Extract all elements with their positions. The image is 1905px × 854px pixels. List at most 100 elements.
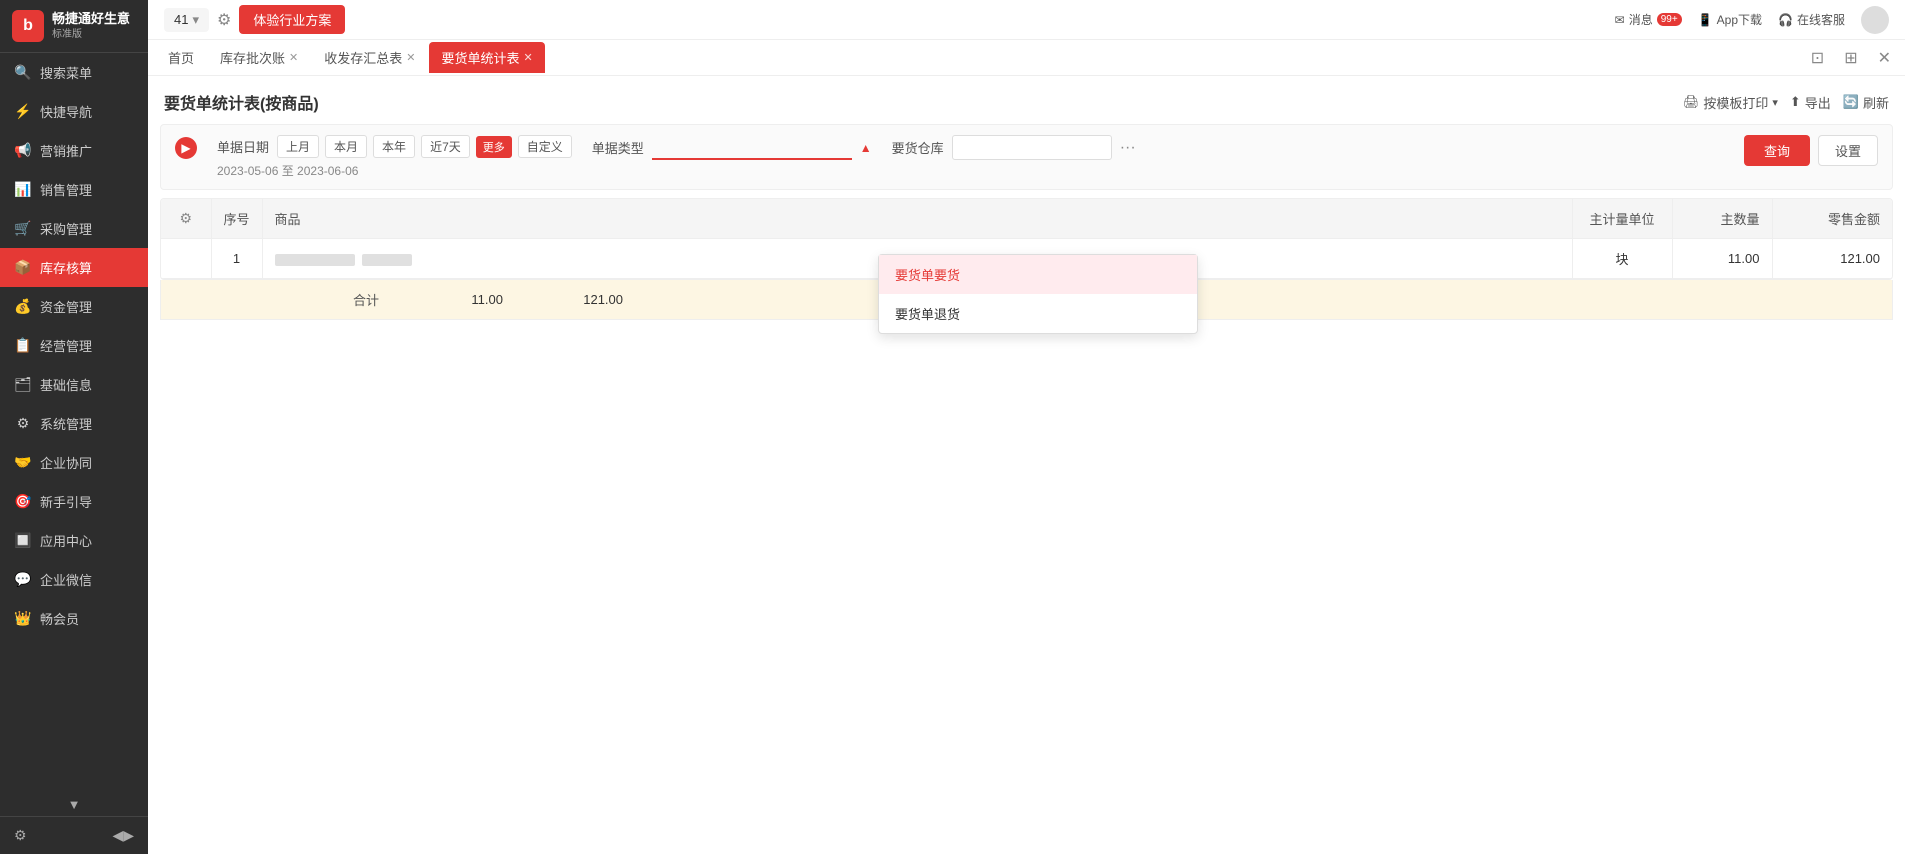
print-button[interactable]: 🖨 按模板打印 ▾ <box>1683 93 1778 112</box>
tab-maximize-icon[interactable]: ⊞ <box>1838 46 1863 70</box>
header-left: 41 ▾ ⚙ 体验行业方案 <box>164 5 1599 34</box>
date-quick-buttons: 上月 本月 本年 近7天 更多 自定义 <box>277 135 572 158</box>
sidebar-item-quicknav[interactable]: ⚡ 快捷导航 <box>0 92 148 131</box>
tab-close-all-icon[interactable]: ✕ <box>1872 46 1897 70</box>
sidebar-item-guide[interactable]: 🎯 新手引导 <box>0 482 148 521</box>
tab-close-inventory-batch[interactable]: ✕ <box>289 51 298 64</box>
sidebar-nav: 🔍 搜索菜单 ⚡ 快捷导航 📢 营销推广 📊 销售管理 🛒 采购管理 📦 库存核… <box>0 53 148 793</box>
chat-icon: 💬 <box>14 571 32 589</box>
td-qty: 11.00 <box>1672 239 1772 279</box>
td-amount: 121.00 <box>1772 239 1892 279</box>
filter-bar: ▶ 单据日期 上月 本月 本年 近7天 更多 自定义 2023-05-06 至 … <box>160 124 1893 190</box>
th-number: 序号 <box>211 199 262 239</box>
dropdown-item-return[interactable]: 要货单退货 <box>879 294 1197 333</box>
date-filter-label: 单据日期 <box>217 137 269 156</box>
table-settings-icon[interactable]: ⚙ <box>179 210 192 226</box>
sidebar-item-finance[interactable]: 💰 资金管理 <box>0 287 148 326</box>
sidebar-item-basics[interactable]: 🗂 基础信息 <box>0 365 148 404</box>
date-filter-row: 单据日期 上月 本月 本年 近7天 更多 自定义 <box>217 135 572 158</box>
refresh-button[interactable]: 🔄 刷新 <box>1843 93 1889 112</box>
date-range-display: 2023-05-06 至 2023-06-06 <box>217 162 358 179</box>
page-actions: 🖨 按模板打印 ▾ ⬆ 导出 🔄 刷新 <box>1683 93 1889 112</box>
page-title: 要货单统计表(按商品) <box>164 90 319 114</box>
type-filter-group: 单据类型 ▲ <box>592 135 872 160</box>
megaphone-icon: 📢 <box>14 142 32 160</box>
trial-button[interactable]: 体验行业方案 <box>239 5 345 34</box>
sidebar-scroll-down[interactable]: ▼ <box>0 793 148 816</box>
date-btn-more[interactable]: 更多 <box>476 136 512 158</box>
tab-home[interactable]: 首页 <box>156 42 206 73</box>
tab-receivable-summary[interactable]: 收发存汇总表 ✕ <box>312 42 427 73</box>
type-filter-label: 单据类型 <box>592 138 644 157</box>
export-button[interactable]: ⬆ 导出 <box>1790 93 1831 112</box>
page-content: 要货单统计表(按商品) 🖨 按模板打印 ▾ ⬆ 导出 🔄 刷新 ▶ <box>148 76 1905 854</box>
sidebar-item-inventory[interactable]: 📦 库存核算 <box>0 248 148 287</box>
gear-icon: ⚙ <box>14 415 32 433</box>
th-product: 商品 <box>262 199 1572 239</box>
td-num: 1 <box>211 239 262 279</box>
print-chevron-icon: ▾ <box>1772 96 1778 109</box>
export-icon: ⬆ <box>1790 94 1801 110</box>
warehouse-more-icon[interactable]: ··· <box>1120 139 1136 157</box>
warehouse-filter-input[interactable] <box>952 135 1112 160</box>
query-button[interactable]: 查询 <box>1744 135 1810 166</box>
collapse-footer-icon[interactable]: ◀▶ <box>112 827 134 844</box>
folder-icon: 🗂 <box>14 376 32 394</box>
filter-expand-button[interactable]: ▶ <box>175 137 197 159</box>
th-unit: 主计量单位 <box>1572 199 1672 239</box>
tab-bar: 首页 库存批次账 ✕ 收发存汇总表 ✕ 要货单统计表 ✕ ⊡ ⊞ ✕ <box>148 40 1905 76</box>
print-icon: 🖨 <box>1683 94 1700 110</box>
th-qty: 主数量 <box>1672 199 1772 239</box>
date-btn-last-month[interactable]: 上月 <box>277 135 319 158</box>
app-download-action[interactable]: 📱 App下载 <box>1698 11 1762 28</box>
settings-icon[interactable]: ⚙ <box>217 10 231 30</box>
th-amount: 零售金额 <box>1772 199 1892 239</box>
sidebar-item-search[interactable]: 🔍 搜索菜单 <box>0 53 148 92</box>
message-icon: ✉ <box>1615 13 1625 27</box>
date-btn-custom[interactable]: 自定义 <box>518 135 572 158</box>
sidebar-item-operations[interactable]: 📋 经营管理 <box>0 326 148 365</box>
sidebar-item-weixin[interactable]: 💬 企业微信 <box>0 560 148 599</box>
dropdown-item-order[interactable]: 要货单要货 <box>879 255 1197 294</box>
tab-bar-actions: ⊡ ⊞ ✕ <box>1805 46 1897 70</box>
target-icon: 🎯 <box>14 493 32 511</box>
date-filter-group: 单据日期 上月 本月 本年 近7天 更多 自定义 2023-05-06 至 20… <box>217 135 572 179</box>
footer-qty: 11.00 <box>403 292 503 307</box>
tab-inventory-batch[interactable]: 库存批次账 ✕ <box>208 42 310 73</box>
date-btn-last-7days[interactable]: 近7天 <box>421 135 470 158</box>
sidebar-item-appcenter[interactable]: 🔲 应用中心 <box>0 521 148 560</box>
page-header: 要货单统计表(按商品) 🖨 按模板打印 ▾ ⬆ 导出 🔄 刷新 <box>148 76 1905 124</box>
chevron-down-icon: ▾ <box>192 12 199 28</box>
product-code-placeholder <box>362 254 412 266</box>
messages-action[interactable]: ✉ 消息 99+ <box>1615 11 1682 28</box>
sidebar-item-member[interactable]: 👑 畅会员 <box>0 599 148 638</box>
tab-close-receivable[interactable]: ✕ <box>406 51 415 64</box>
sidebar-item-system[interactable]: ⚙ 系统管理 <box>0 404 148 443</box>
type-chevron-up-icon[interactable]: ▲ <box>860 141 872 155</box>
type-filter-input[interactable] <box>652 135 852 160</box>
search-icon: 🔍 <box>14 64 32 82</box>
customer-service-action[interactable]: 🎧 在线客服 <box>1778 11 1845 28</box>
main-area: 41 ▾ ⚙ 体验行业方案 ✉ 消息 99+ 📱 App下载 🎧 在线客服 <box>148 0 1905 854</box>
user-avatar[interactable] <box>1861 6 1889 34</box>
sidebar-item-marketing[interactable]: 📢 营销推广 <box>0 131 148 170</box>
sidebar-item-sales[interactable]: 📊 销售管理 <box>0 170 148 209</box>
th-settings: ⚙ <box>161 199 211 239</box>
app-logo-text: 畅捷通好生意 标准版 <box>52 10 130 42</box>
phone-icon: 📱 <box>1698 13 1713 27</box>
tab-close-order-stats[interactable]: ✕ <box>524 51 533 64</box>
date-btn-this-year[interactable]: 本年 <box>373 135 415 158</box>
date-btn-this-month[interactable]: 本月 <box>325 135 367 158</box>
app-logo-icon: b <box>12 10 44 42</box>
sidebar-item-collaboration[interactable]: 🤝 企业协同 <box>0 443 148 482</box>
tab-minimize-icon[interactable]: ⊡ <box>1805 46 1830 70</box>
company-selector[interactable]: 41 ▾ <box>164 8 209 32</box>
filter-settings-button[interactable]: 设置 <box>1818 135 1878 166</box>
header-right: ✉ 消息 99+ 📱 App下载 🎧 在线客服 <box>1615 6 1889 34</box>
cart-icon: 🛒 <box>14 220 32 238</box>
tab-order-stats[interactable]: 要货单统计表 ✕ <box>429 42 544 73</box>
handshake-icon: 🤝 <box>14 454 32 472</box>
sidebar-item-purchase[interactable]: 🛒 采购管理 <box>0 209 148 248</box>
settings-footer-icon[interactable]: ⚙ <box>14 827 27 844</box>
footer-amount: 121.00 <box>503 292 623 307</box>
